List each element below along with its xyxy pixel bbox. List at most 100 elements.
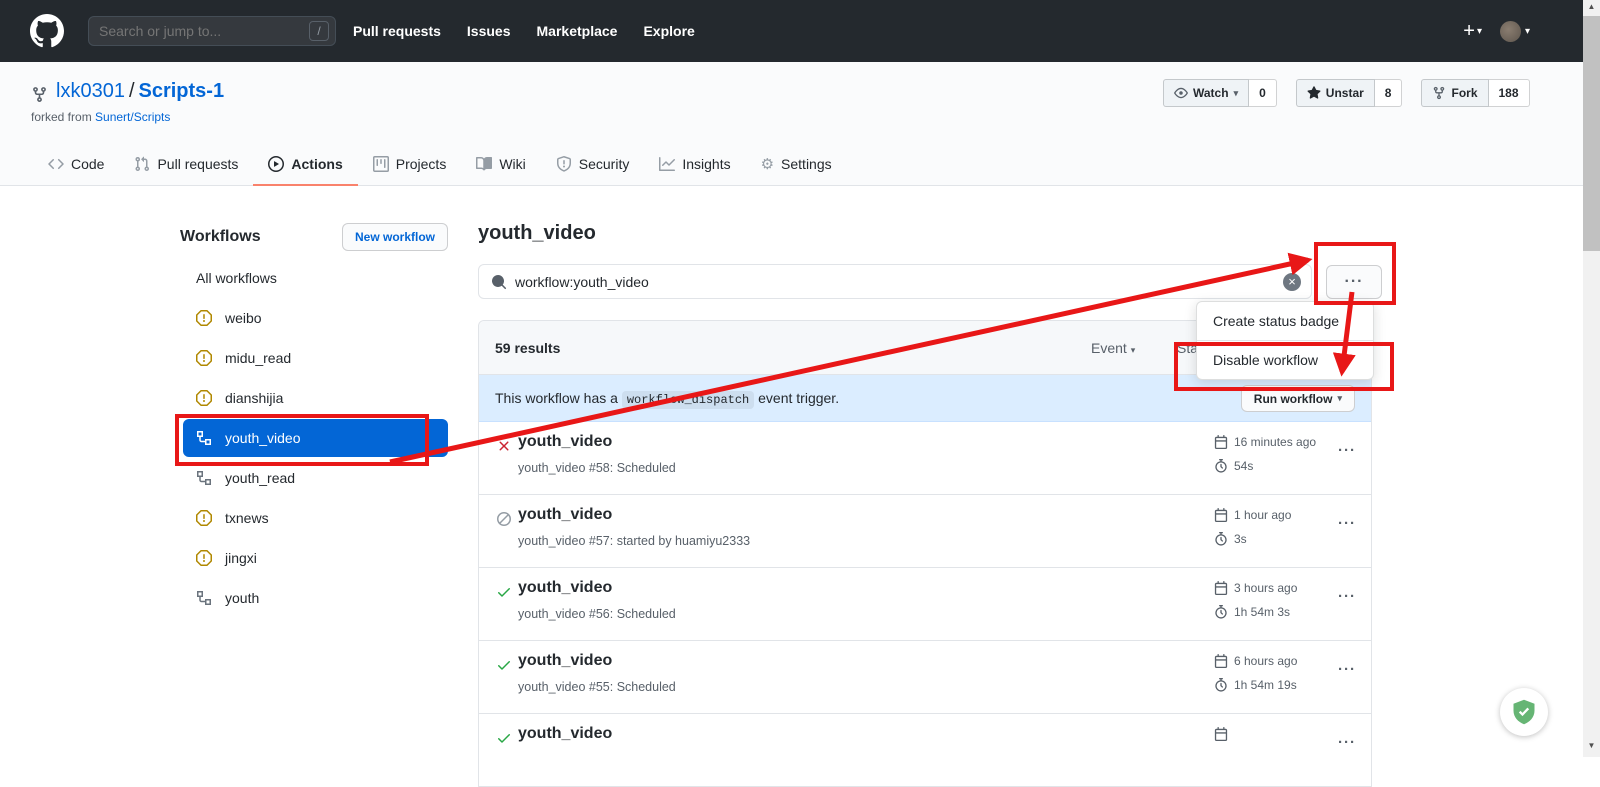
slash-shortcut-key: / (309, 21, 329, 41)
nav-link-explore[interactable]: Explore (643, 23, 694, 39)
repo-owner-link[interactable]: lxk0301 (56, 80, 125, 102)
global-search-box[interactable]: / (88, 16, 336, 46)
tab-settings[interactable]: ⚙ Settings (746, 144, 847, 186)
scrollbar-down-arrow[interactable]: ▼ (1583, 741, 1600, 755)
code-chip: workflow_dispatch (622, 391, 754, 409)
event-filter-dropdown[interactable]: Event ▾ (1091, 340, 1135, 356)
run-row: youth_video youth_video #56: Scheduled 3… (479, 568, 1371, 641)
new-workflow-button[interactable]: New workflow (342, 223, 448, 251)
code-icon (48, 156, 64, 172)
github-logo-icon[interactable] (30, 14, 64, 48)
forked-from-note: forked from Sunert/Scripts (31, 110, 170, 124)
sidebar-item-dianshijia[interactable]: dianshijia (180, 378, 448, 418)
run-options-kebab-button[interactable]: ··· (1331, 734, 1363, 751)
stopwatch-icon (1214, 605, 1228, 619)
tab-label: Settings (781, 156, 832, 172)
workflow-icon (196, 470, 212, 486)
repo-name-link[interactable]: Scripts-1 (139, 80, 225, 102)
menu-item-create-status-badge[interactable]: Create status badge (1197, 302, 1373, 340)
user-menu-button[interactable]: ▾ (1500, 21, 1530, 42)
repo-tabs: Code Pull requests Actions Projects Wiki… (33, 144, 847, 186)
caret-down-icon: ▾ (1477, 26, 1482, 37)
tab-pull-requests[interactable]: Pull requests (119, 144, 253, 186)
run-title-link[interactable]: youth_video (518, 652, 612, 670)
stop-warning-icon (196, 550, 212, 566)
run-title-link[interactable]: youth_video (518, 506, 612, 524)
star-count[interactable]: 8 (1375, 79, 1403, 107)
fork-source-link[interactable]: Sunert/Scripts (95, 110, 170, 124)
pull-request-icon (134, 156, 150, 172)
repo-social-buttons: Watch ▾ 0 Unstar 8 Fork 188 (1163, 79, 1530, 107)
workflow-label: txnews (225, 510, 269, 526)
run-subtitle[interactable]: youth_video #58: Scheduled (518, 461, 676, 475)
sidebar-item-all-workflows[interactable]: All workflows (180, 258, 448, 298)
page-scrollbar[interactable]: ▲ ▼ (1583, 0, 1600, 757)
create-new-button[interactable]: +▾ (1463, 20, 1482, 43)
scrollbar-up-arrow[interactable]: ▲ (1583, 2, 1600, 16)
workflow-icon (196, 430, 212, 446)
sidebar-item-youth-read[interactable]: youth_read (180, 458, 448, 498)
sidebar-item-jingxi[interactable]: jingxi (180, 538, 448, 578)
sidebar-item-txnews[interactable]: txnews (180, 498, 448, 538)
stopwatch-icon (1214, 678, 1228, 692)
run-options-kebab-button[interactable]: ··· (1331, 661, 1363, 678)
green-shield-check-icon (1510, 698, 1538, 726)
sidebar-item-midu-read[interactable]: midu_read (180, 338, 448, 378)
run-subtitle[interactable]: youth_video #57: started by huamiyu2333 (518, 534, 750, 548)
run-row: youth_video youth_video #55: Scheduled 6… (479, 641, 1371, 714)
menu-item-disable-workflow[interactable]: Disable workflow (1197, 340, 1373, 379)
tab-security[interactable]: Security (541, 144, 645, 186)
clear-search-button[interactable]: × (1283, 273, 1301, 291)
adguard-shield-button[interactable] (1500, 688, 1548, 736)
nav-link-marketplace[interactable]: Marketplace (537, 23, 618, 39)
run-time: 16 minutes ago (1234, 435, 1316, 449)
run-workflow-label: Run workflow (1254, 392, 1333, 406)
global-search-input[interactable] (99, 23, 309, 39)
run-time: 3 hours ago (1234, 581, 1297, 595)
banner-text-after: event trigger. (758, 390, 839, 406)
sidebar-item-youth-video[interactable]: youth_video (183, 419, 448, 457)
run-options-kebab-button[interactable]: ··· (1331, 515, 1363, 532)
runs-search-input[interactable] (515, 274, 1283, 290)
banner-text: This workflow has a workflow_dispatch ev… (495, 390, 839, 407)
run-workflow-button[interactable]: Run workflow ▾ (1241, 385, 1355, 412)
run-title-link[interactable]: youth_video (518, 725, 612, 743)
workflow-options-kebab-button[interactable]: ··· (1326, 265, 1382, 299)
repo-header: lxk0301/Scripts-1 forked from Sunert/Scr… (0, 62, 1600, 186)
sidebar-item-youth[interactable]: youth (180, 578, 448, 618)
nav-link-pull-requests[interactable]: Pull requests (353, 23, 441, 39)
tab-label: Wiki (499, 156, 525, 172)
tab-wiki[interactable]: Wiki (461, 144, 540, 186)
caret-down-icon: ▾ (1131, 345, 1136, 355)
forked-from-label: forked from (31, 110, 92, 124)
run-options-kebab-button[interactable]: ··· (1331, 442, 1363, 459)
run-time: 1 hour ago (1234, 508, 1291, 522)
tab-actions[interactable]: Actions (253, 144, 357, 186)
tab-code[interactable]: Code (33, 144, 119, 186)
watch-count[interactable]: 0 (1249, 79, 1277, 107)
caret-down-icon: ▾ (1337, 393, 1342, 404)
run-options-kebab-button[interactable]: ··· (1331, 588, 1363, 605)
results-count: 59 results (495, 340, 560, 356)
tab-insights[interactable]: Insights (644, 144, 745, 186)
workflow-label: dianshijia (225, 390, 283, 406)
unstar-button[interactable]: Unstar (1296, 79, 1375, 107)
watch-button[interactable]: Watch ▾ (1163, 79, 1249, 107)
calendar-icon (1214, 435, 1228, 449)
gear-icon: ⚙ (761, 157, 774, 172)
run-title-link[interactable]: youth_video (518, 579, 612, 597)
sidebar-item-weibo[interactable]: weibo (180, 298, 448, 338)
run-subtitle[interactable]: youth_video #55: Scheduled (518, 680, 676, 694)
runs-search-box[interactable]: × (478, 264, 1312, 299)
fork-count[interactable]: 188 (1489, 79, 1530, 107)
run-subtitle[interactable]: youth_video #56: Scheduled (518, 607, 676, 621)
run-title-link[interactable]: youth_video (518, 433, 612, 451)
tab-projects[interactable]: Projects (358, 144, 462, 186)
stop-warning-icon (196, 350, 212, 366)
nav-link-issues[interactable]: Issues (467, 23, 511, 39)
repo-title-separator: / (125, 80, 139, 102)
scrollbar-thumb[interactable] (1583, 16, 1600, 251)
workflow-runs-panel: youth_video × ··· 59 results Event ▾ Sta… (478, 222, 1372, 245)
star-filled-icon (1307, 86, 1321, 100)
fork-button[interactable]: Fork (1421, 79, 1488, 107)
